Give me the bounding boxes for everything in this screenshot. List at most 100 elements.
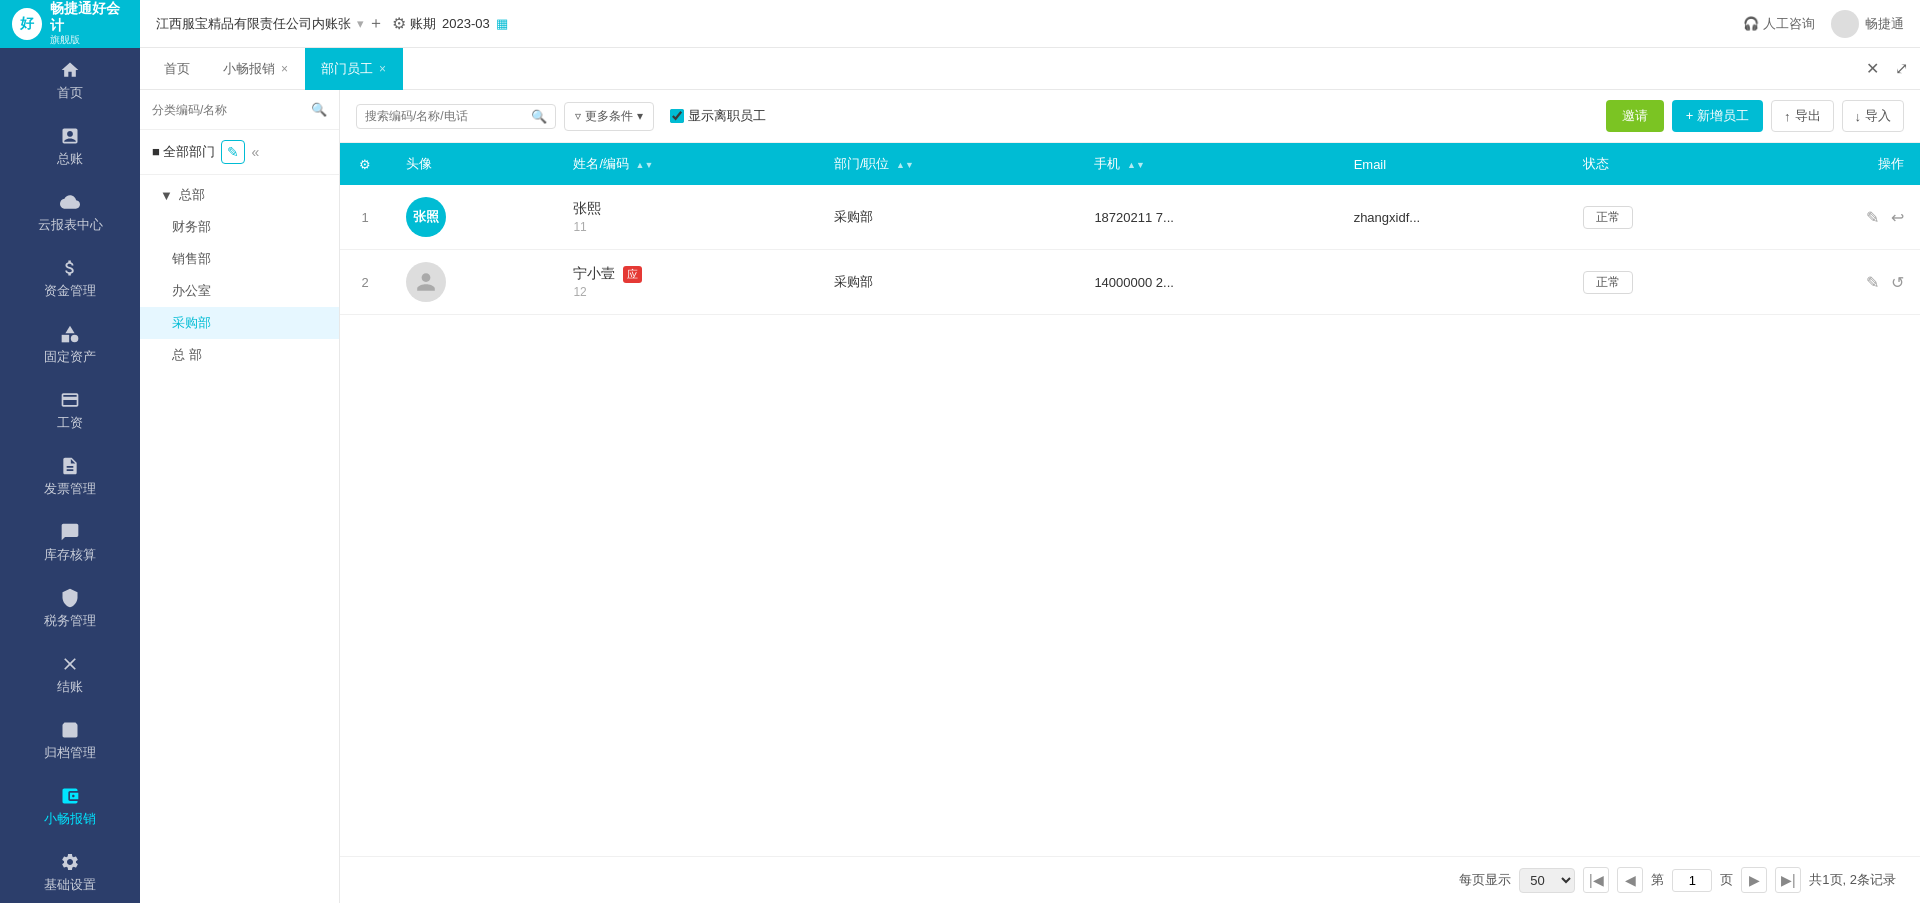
emp-name: 张熙 [573,200,802,218]
filter-label: 更多条件 [585,108,633,125]
prev-page-btn[interactable]: ◀ [1617,867,1643,893]
th-avatar: 头像 [390,143,557,185]
tab-expand-btn[interactable]: ⤢ [1891,55,1912,82]
sidebar-label-tax: 税务管理 [44,612,96,630]
sidebar-item-salary[interactable]: 工资 [0,378,140,444]
dept-edit-btn[interactable]: ✎ [221,140,245,164]
dept-node-office[interactable]: 办公室 [140,275,339,307]
chevron-down-icon: ▾ [637,109,643,123]
export-btn[interactable]: ↑ 导出 [1771,100,1834,132]
tab-home[interactable]: 首页 [148,48,207,90]
tabs-actions: ✕ ⤢ [1862,55,1912,82]
tab-expense-close[interactable]: × [281,62,288,76]
search-icon[interactable]: 🔍 [311,102,327,117]
first-page-btn[interactable]: |◀ [1583,867,1609,893]
settings-button[interactable]: ⚙ [388,10,410,37]
dept-node-purchase[interactable]: 采购部 [140,307,339,339]
sidebar-label-invoice: 发票管理 [44,480,96,498]
import-btn[interactable]: ↓ 导入 [1842,100,1905,132]
sidebar-item-close-account[interactable]: 结账 [0,642,140,708]
svg-rect-1 [62,335,69,343]
period-selector[interactable]: 账期 2023-03 ▦ [410,15,508,33]
dept-collapse-btn[interactable]: « [251,144,259,160]
toolbar: 🔍 ▿ 更多条件 ▾ 显示离职员工 邀请 + 新增员工 [340,90,1920,143]
employee-table-container: ⚙ 头像 姓名/编码 ▲▼ 部门/职位 ▲▼ 手机 ▲▼ [340,143,1920,856]
tab-close-all-btn[interactable]: ✕ [1862,55,1883,82]
cell-email: zhangxidf... [1338,185,1567,250]
tab-expense[interactable]: 小畅报销 × [207,48,305,90]
calendar-icon[interactable]: ▦ [496,16,508,31]
dept-search-input[interactable] [152,103,307,117]
user-menu[interactable]: 畅捷通 [1831,10,1904,38]
sidebar-label-ledger: 总账 [57,150,83,168]
tabs-bar: 首页 小畅报销 × 部门员工 × ✕ ⤢ [140,48,1920,90]
invite-btn[interactable]: 邀请 [1606,100,1664,132]
row-num: 1 [340,185,390,250]
emp-code: 12 [573,285,802,299]
row-num: 2 [340,250,390,315]
sidebar-item-ledger[interactable]: 总账 [0,114,140,180]
dept-node-finance[interactable]: 财务部 [140,211,339,243]
sort-icon-dept: ▲▼ [896,161,914,170]
logout-btn[interactable]: ↩ [1891,208,1904,227]
th-dept-position[interactable]: 部门/职位 ▲▼ [818,143,1079,185]
ying-tag: 应 [623,266,642,283]
employee-search-input[interactable] [365,109,527,123]
search-icon[interactable]: 🔍 [531,109,547,124]
page-size-select[interactable]: 50 10 20 100 [1519,868,1575,893]
sidebar-item-fund[interactable]: 资金管理 [0,246,140,312]
pagination-bar: 每页显示 50 10 20 100 |◀ ◀ 第 页 ▶ ▶| 共1页, 2条记… [340,856,1920,903]
dept-panel: 🔍 ■ 全部部门 ✎ « ▼ 总部 财务部 销售部 [140,90,340,903]
sort-icon-name: ▲▼ [636,161,654,170]
filter-btn[interactable]: ▿ 更多条件 ▾ [564,102,654,131]
edit-btn[interactable]: ✎ [1866,273,1879,292]
page-num-input[interactable] [1672,869,1712,892]
th-settings[interactable]: ⚙ [340,143,390,185]
main-layout: 首页 总账 云报表中心 资金管理 固定资产 工资 发票管理 库存核算 [0,48,1920,903]
sidebar-item-archive[interactable]: 归档管理 [0,708,140,774]
th-phone[interactable]: 手机 ▲▼ [1078,143,1337,185]
sidebar-label-archive: 归档管理 [44,744,96,762]
page-content: 🔍 ■ 全部部门 ✎ « ▼ 总部 财务部 销售部 [140,90,1920,903]
add-employee-btn[interactable]: + 新增员工 [1672,100,1763,132]
employee-table: ⚙ 头像 姓名/编码 ▲▼ 部门/职位 ▲▼ 手机 ▲▼ [340,143,1920,315]
show-resigned-input[interactable] [670,109,684,123]
company-selector[interactable]: 江西服宝精品有限责任公司内账张 ▾ [156,15,364,33]
table-row: 2 宁小壹 [340,250,1920,315]
dept-node-sales[interactable]: 销售部 [140,243,339,275]
sidebar-item-home[interactable]: 首页 [0,48,140,114]
last-page-btn[interactable]: ▶| [1775,867,1801,893]
service-label: 人工咨询 [1763,15,1815,33]
th-name-code[interactable]: 姓名/编码 ▲▼ [557,143,818,185]
sidebar-label-cloud-report: 云报表中心 [38,216,103,234]
page-size-label: 每页显示 [1459,871,1511,889]
cell-status: 正常 [1567,250,1758,315]
sidebar-item-inventory[interactable]: 库存核算 [0,510,140,576]
th-email: Email [1338,143,1567,185]
cell-name-code: 张熙 11 [557,185,818,250]
dept-node-general[interactable]: 总 部 [140,339,339,371]
dept-all-header[interactable]: ■ 全部部门 ✎ « [140,130,339,175]
sidebar-item-asset[interactable]: 固定资产 [0,312,140,378]
tab-employee-close[interactable]: × [379,62,386,76]
avatar [1831,10,1859,38]
sidebar-item-expense[interactable]: 小畅报销 [0,774,140,840]
chevron-down-icon[interactable]: ▾ [357,16,364,31]
avatar: 张照 [406,197,446,237]
sidebar-label-expense: 小畅报销 [44,810,96,828]
next-page-btn[interactable]: ▶ [1741,867,1767,893]
refresh-btn[interactable]: ↺ [1891,273,1904,292]
sidebar-item-settings[interactable]: 基础设置 [0,840,140,903]
add-button[interactable]: ＋ [364,9,388,38]
th-ops: 操作 [1757,143,1920,185]
name-code: 宁小壹 应 12 [573,265,802,299]
sidebar-item-cloud-report[interactable]: 云报表中心 [0,180,140,246]
show-resigned-checkbox[interactable]: 显示离职员工 [670,107,766,125]
dept-node-headquarters[interactable]: ▼ 总部 [140,179,339,211]
th-status: 状态 [1567,143,1758,185]
service-btn[interactable]: 🎧 人工咨询 [1743,15,1815,33]
sidebar-item-tax[interactable]: 税务管理 [0,576,140,642]
edit-btn[interactable]: ✎ [1866,208,1879,227]
sidebar-item-invoice[interactable]: 发票管理 [0,444,140,510]
tab-employee[interactable]: 部门员工 × [305,48,403,90]
